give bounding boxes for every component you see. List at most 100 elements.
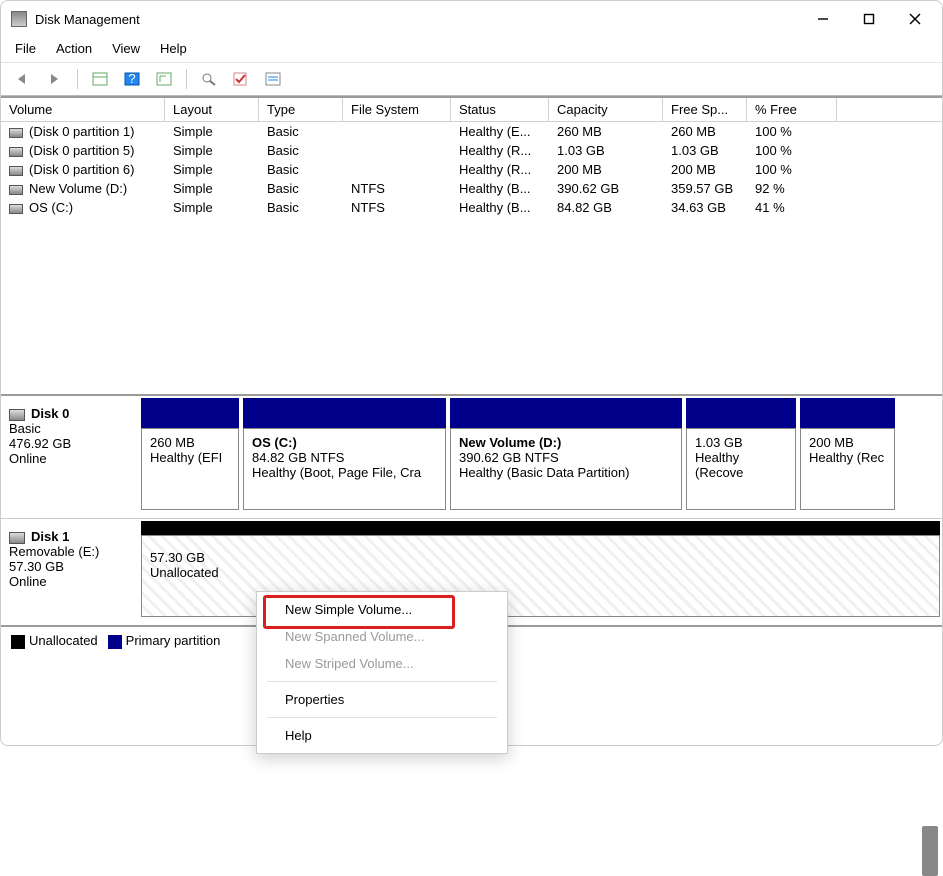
window-title: Disk Management xyxy=(35,12,800,27)
cell: Simple xyxy=(165,122,259,141)
disk-label: Disk 1 xyxy=(31,529,69,544)
volume-list: Volume Layout Type File System Status Ca… xyxy=(1,96,942,394)
partition-size: 57.30 GB xyxy=(150,550,931,565)
cell: Basic xyxy=(259,122,343,141)
cell: Basic xyxy=(259,179,343,198)
toolbar-separator xyxy=(186,69,187,89)
partition-box[interactable]: 1.03 GBHealthy (Recove xyxy=(686,428,796,510)
column-layout[interactable]: Layout xyxy=(165,98,259,121)
column-pct[interactable]: % Free xyxy=(747,98,837,121)
disk-info[interactable]: Disk 0 Basic 476.92 GB Online xyxy=(1,396,139,518)
column-volume[interactable]: Volume xyxy=(1,98,165,121)
menu-item-help[interactable]: Help xyxy=(257,722,507,749)
help-icon[interactable]: ? xyxy=(120,68,144,90)
cell: 200 MB xyxy=(549,160,663,179)
menu-item-properties[interactable]: Properties xyxy=(257,686,507,713)
partition-box[interactable]: New Volume (D:)390.62 GB NTFSHealthy (Ba… xyxy=(450,428,682,510)
forward-button[interactable] xyxy=(43,68,67,90)
legend-label: Primary partition xyxy=(126,633,221,648)
scrollbar-thumb[interactable] xyxy=(922,826,938,876)
partition-box[interactable]: 260 MBHealthy (EFI xyxy=(141,428,239,510)
search-icon[interactable] xyxy=(197,68,221,90)
cell: 1.03 GB xyxy=(663,141,747,160)
column-filesystem[interactable]: File System xyxy=(343,98,451,121)
column-type[interactable]: Type xyxy=(259,98,343,121)
cell: Simple xyxy=(165,141,259,160)
disk-size: 57.30 GB xyxy=(9,559,131,574)
disk-icon xyxy=(9,409,25,421)
partition-size: 84.82 GB NTFS xyxy=(252,450,437,465)
volume-list-header: Volume Layout Type File System Status Ca… xyxy=(1,98,942,122)
column-capacity[interactable]: Capacity xyxy=(549,98,663,121)
cell: Healthy (R... xyxy=(451,160,549,179)
check-icon[interactable] xyxy=(229,68,253,90)
cell xyxy=(343,160,451,179)
partition-head xyxy=(243,398,446,428)
close-button[interactable] xyxy=(892,3,938,35)
menu-view[interactable]: View xyxy=(112,41,140,56)
disk-size: 476.92 GB xyxy=(9,436,131,451)
menu-item-new-spanned-volume: New Spanned Volume... xyxy=(257,623,507,650)
cell: NTFS xyxy=(343,198,451,217)
disk-status: Online xyxy=(9,574,131,589)
partition-status: Unallocated xyxy=(150,565,931,580)
cell: 359.57 GB xyxy=(663,179,747,198)
column-free[interactable]: Free Sp... xyxy=(663,98,747,121)
menu-item-new-striped-volume: New Striped Volume... xyxy=(257,650,507,677)
disk-partitions: 260 MBHealthy (EFI OS (C:)84.82 GB NTFSH… xyxy=(139,396,942,518)
app-icon xyxy=(11,11,27,27)
disk-info[interactable]: Disk 1 Removable (E:) 57.30 GB Online xyxy=(1,519,139,625)
partition-head xyxy=(800,398,895,428)
disk-row: Disk 0 Basic 476.92 GB Online 260 MBHeal… xyxy=(1,396,942,519)
menu-help[interactable]: Help xyxy=(160,41,187,56)
partition-head xyxy=(450,398,682,428)
volume-name: (Disk 0 partition 1) xyxy=(29,124,134,139)
cell: Simple xyxy=(165,198,259,217)
disk-icon xyxy=(9,532,25,544)
view-icon[interactable] xyxy=(88,68,112,90)
refresh-icon[interactable] xyxy=(152,68,176,90)
drive-icon xyxy=(9,166,23,176)
cell: Simple xyxy=(165,160,259,179)
volume-name: (Disk 0 partition 5) xyxy=(29,143,134,158)
list-icon[interactable] xyxy=(261,68,285,90)
cell: 260 MB xyxy=(663,122,747,141)
partition-status: Healthy (EFI xyxy=(150,450,230,465)
volume-row[interactable]: (Disk 0 partition 5) Simple Basic Health… xyxy=(1,141,942,160)
legend-swatch-primary xyxy=(108,635,122,649)
partition-box[interactable]: 200 MBHealthy (Rec xyxy=(800,428,895,510)
volume-row[interactable]: OS (C:) Simple Basic NTFS Healthy (B... … xyxy=(1,198,942,217)
cell: Basic xyxy=(259,160,343,179)
volume-row[interactable]: New Volume (D:) Simple Basic NTFS Health… xyxy=(1,179,942,198)
partition-header-strip xyxy=(141,521,940,535)
menu-action[interactable]: Action xyxy=(56,41,92,56)
volume-row[interactable]: (Disk 0 partition 6) Simple Basic Health… xyxy=(1,160,942,179)
back-button[interactable] xyxy=(11,68,35,90)
cell xyxy=(343,122,451,141)
svg-text:?: ? xyxy=(128,72,135,86)
toolbar: ? xyxy=(1,62,942,96)
partition-size: 200 MB xyxy=(809,435,886,450)
cell: 84.82 GB xyxy=(549,198,663,217)
title-bar: Disk Management xyxy=(1,1,942,37)
partition-status: Healthy (Recove xyxy=(695,450,787,480)
menu-file[interactable]: File xyxy=(15,41,36,56)
drive-icon xyxy=(9,147,23,157)
disk-type: Basic xyxy=(9,421,131,436)
menu-separator xyxy=(267,681,497,682)
maximize-button[interactable] xyxy=(846,3,892,35)
menu-item-new-simple-volume[interactable]: New Simple Volume... xyxy=(257,596,507,623)
partition-title: New Volume (D:) xyxy=(459,435,673,450)
menu-separator xyxy=(267,717,497,718)
column-status[interactable]: Status xyxy=(451,98,549,121)
cell xyxy=(343,141,451,160)
cell: Healthy (B... xyxy=(451,179,549,198)
disk-status: Online xyxy=(9,451,131,466)
cell: 100 % xyxy=(747,160,837,179)
minimize-button[interactable] xyxy=(800,3,846,35)
partition-box[interactable]: OS (C:)84.82 GB NTFSHealthy (Boot, Page … xyxy=(243,428,446,510)
volume-name: OS (C:) xyxy=(29,200,73,215)
partition-head xyxy=(141,398,239,428)
partition-status: Healthy (Basic Data Partition) xyxy=(459,465,673,480)
volume-row[interactable]: (Disk 0 partition 1) Simple Basic Health… xyxy=(1,122,942,141)
